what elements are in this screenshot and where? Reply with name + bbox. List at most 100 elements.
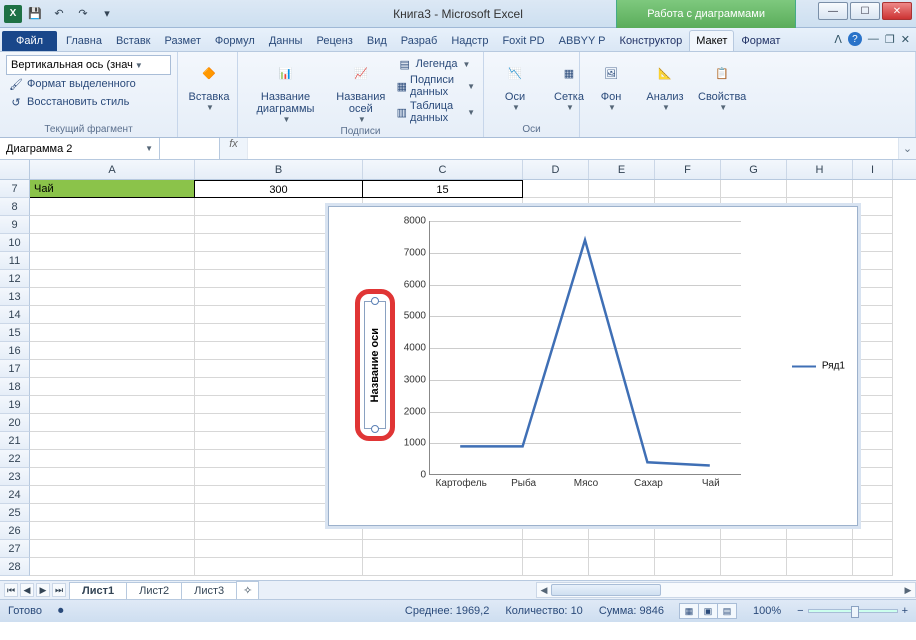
format-selection-button[interactable]: 🖌Формат выделенного — [6, 75, 171, 93]
axes-button[interactable]: 📉Оси▼ — [490, 55, 540, 114]
cell[interactable] — [30, 432, 195, 450]
cell[interactable] — [30, 360, 195, 378]
doc-restore-icon[interactable]: ❐ — [885, 33, 895, 46]
analysis-button[interactable]: 📐Анализ▼ — [640, 55, 690, 114]
cell[interactable] — [853, 468, 893, 486]
cell[interactable] — [787, 540, 853, 558]
cell[interactable] — [853, 252, 893, 270]
cell[interactable] — [589, 558, 655, 576]
cell[interactable] — [30, 504, 195, 522]
row-header[interactable]: 18 — [0, 378, 30, 396]
axis-title-box[interactable]: Название оси — [364, 301, 386, 429]
tab-format[interactable]: Формат — [734, 30, 787, 51]
chart-title-button[interactable]: 📊 Название диаграммы▼ — [244, 55, 327, 126]
cell[interactable] — [853, 288, 893, 306]
sheet-tab[interactable]: Лист2 — [126, 582, 182, 599]
cell[interactable] — [853, 360, 893, 378]
column-header[interactable]: E — [589, 160, 655, 179]
legend-button[interactable]: ▤Легенда▼ — [395, 55, 477, 73]
cell[interactable] — [655, 540, 721, 558]
reset-style-button[interactable]: ↺Восстановить стиль — [6, 93, 171, 111]
cell[interactable] — [30, 252, 195, 270]
data-labels-button[interactable]: ▦Подписи данных▼ — [395, 73, 477, 99]
tab-layout[interactable]: Размет — [158, 30, 208, 51]
column-header[interactable]: D — [523, 160, 589, 179]
sheet-tab[interactable]: Лист1 — [69, 582, 127, 599]
row-header[interactable]: 17 — [0, 360, 30, 378]
scroll-left-icon[interactable]: ◀ — [537, 585, 551, 596]
row-header[interactable]: 12 — [0, 270, 30, 288]
row-header[interactable]: 14 — [0, 306, 30, 324]
cell[interactable] — [589, 180, 655, 198]
cell[interactable] — [721, 558, 787, 576]
view-page-layout-icon[interactable]: ▣ — [698, 603, 718, 619]
doc-close-icon[interactable]: ✕ — [901, 33, 910, 46]
column-header[interactable]: A — [30, 160, 195, 179]
zoom-out-icon[interactable]: − — [797, 605, 803, 617]
row-header[interactable]: 20 — [0, 414, 30, 432]
column-header[interactable]: I — [853, 160, 893, 179]
cell[interactable] — [853, 396, 893, 414]
row-header[interactable]: 25 — [0, 504, 30, 522]
cell[interactable] — [721, 540, 787, 558]
undo-icon[interactable]: ↶ — [48, 4, 70, 24]
tab-file[interactable]: Файл — [2, 31, 57, 51]
cell[interactable] — [853, 270, 893, 288]
macro-record-icon[interactable]: ⏺ — [58, 605, 64, 618]
tab-addins[interactable]: Надстр — [444, 30, 495, 51]
cell[interactable] — [853, 198, 893, 216]
tab-view[interactable]: Вид — [360, 30, 394, 51]
minimize-ribbon-icon[interactable]: ᐱ — [834, 33, 842, 46]
tab-developer[interactable]: Разраб — [394, 30, 445, 51]
cell[interactable] — [523, 558, 589, 576]
cell[interactable] — [853, 558, 893, 576]
cell[interactable] — [721, 180, 787, 198]
tab-chart-layout[interactable]: Макет — [689, 30, 734, 51]
cell[interactable] — [853, 378, 893, 396]
background-button[interactable]: 🖼Фон▼ — [586, 55, 636, 114]
y-axis-title-selected[interactable]: Название оси — [361, 295, 389, 435]
row-header[interactable]: 21 — [0, 432, 30, 450]
tab-data[interactable]: Данны — [262, 30, 310, 51]
row-header[interactable]: 7 — [0, 180, 30, 198]
zoom-in-icon[interactable]: + — [902, 605, 908, 617]
cell[interactable] — [787, 180, 853, 198]
cell[interactable] — [853, 180, 893, 198]
row-header[interactable]: 13 — [0, 288, 30, 306]
row-header[interactable]: 27 — [0, 540, 30, 558]
row-header[interactable]: 24 — [0, 486, 30, 504]
zoom-level[interactable]: 100% — [753, 605, 781, 617]
cell[interactable] — [853, 234, 893, 252]
cell[interactable] — [30, 234, 195, 252]
cell[interactable] — [30, 558, 195, 576]
redo-icon[interactable]: ↷ — [72, 4, 94, 24]
column-header[interactable]: B — [195, 160, 363, 179]
minimize-button[interactable]: — — [818, 2, 848, 20]
cell[interactable] — [853, 450, 893, 468]
cell[interactable] — [30, 270, 195, 288]
close-button[interactable]: ✕ — [882, 2, 912, 20]
row-header[interactable]: 19 — [0, 396, 30, 414]
cell[interactable] — [853, 306, 893, 324]
column-header[interactable]: G — [721, 160, 787, 179]
cell[interactable] — [30, 540, 195, 558]
sheet-nav-next-icon[interactable]: ▶ — [36, 583, 50, 597]
tab-insert[interactable]: Вставк — [109, 30, 158, 51]
tab-formulas[interactable]: Формул — [208, 30, 262, 51]
cell[interactable] — [853, 342, 893, 360]
embedded-chart[interactable]: Название оси 010002000300040005000600070… — [328, 206, 858, 526]
view-page-break-icon[interactable]: ▤ — [717, 603, 737, 619]
cell[interactable] — [589, 540, 655, 558]
sheet-tab[interactable]: Лист3 — [181, 582, 237, 599]
plot-area[interactable]: 010002000300040005000600070008000Картофе… — [429, 221, 741, 475]
cell[interactable] — [30, 522, 195, 540]
data-table-button[interactable]: ▥Таблица данных▼ — [395, 99, 477, 125]
row-header[interactable]: 15 — [0, 324, 30, 342]
maximize-button[interactable]: ☐ — [850, 2, 880, 20]
cell[interactable] — [30, 198, 195, 216]
scroll-right-icon[interactable]: ▶ — [901, 585, 915, 596]
cell[interactable] — [523, 180, 589, 198]
cell[interactable] — [195, 540, 363, 558]
insert-button[interactable]: 🔶 Вставка▼ — [184, 55, 234, 114]
cell[interactable] — [195, 558, 363, 576]
